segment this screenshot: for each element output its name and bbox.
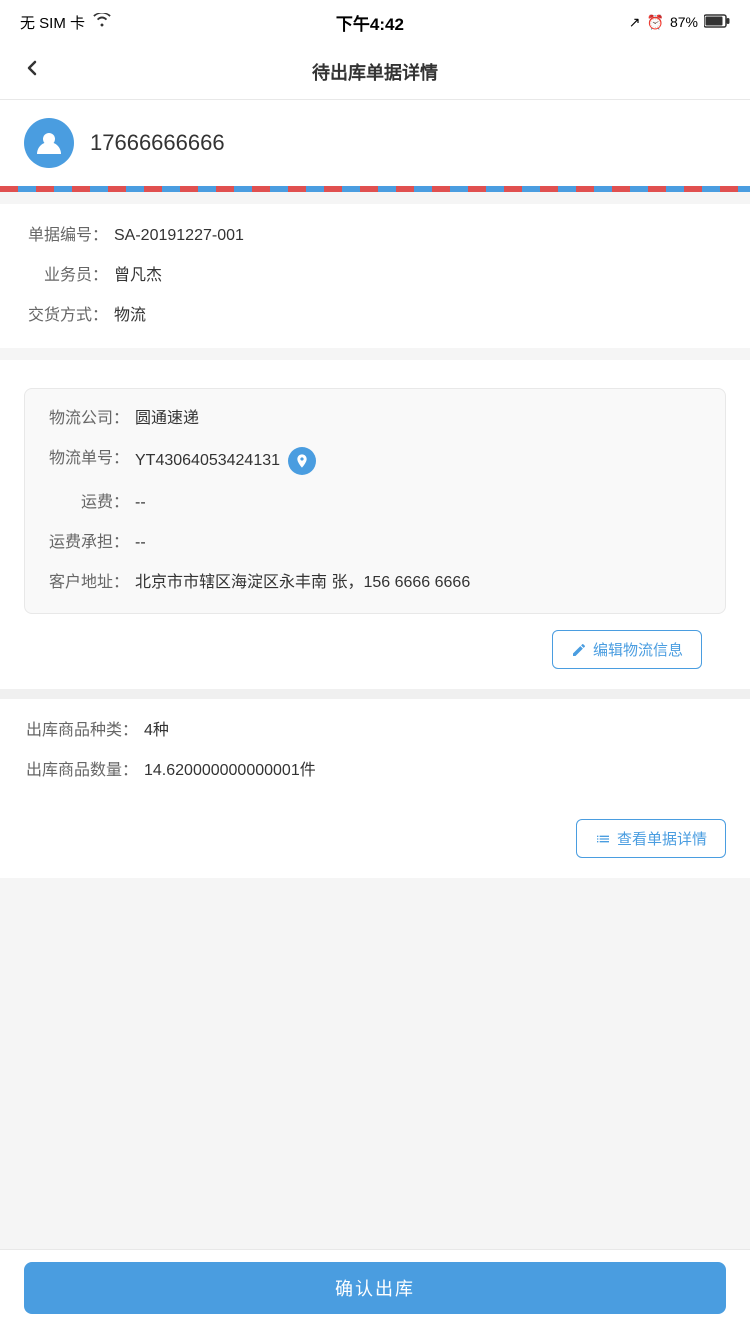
carrier-label: 无 SIM 卡 — [20, 12, 85, 33]
freight-row: 运费： -- — [45, 491, 705, 515]
status-time: 下午4:42 — [336, 10, 404, 35]
alarm-icon: ⏰ — [647, 14, 664, 31]
freight-value: -- — [135, 491, 705, 515]
goods-quantity-label: 出库商品数量： — [24, 759, 144, 783]
salesman-row: 业务员： 曾凡杰 — [24, 264, 726, 288]
logistics-card: 物流公司： 圆通速递 物流单号： YT43064053424131 运费： --… — [24, 388, 726, 614]
goods-type-label: 出库商品种类： — [24, 719, 144, 743]
confirm-button[interactable]: 确认出库 — [24, 1262, 726, 1314]
customer-header: 17666666666 — [0, 100, 750, 186]
status-right: ↗ ⏰ 87% — [629, 14, 730, 31]
tracking-value: YT43064053424131 — [135, 447, 705, 475]
back-button[interactable] — [12, 48, 52, 95]
status-bar: 无 SIM 卡 下午4:42 ↗ ⏰ 87% — [0, 0, 750, 44]
goods-section: 出库商品种类： 4种 出库商品数量： 14.620000000000001件 — [0, 699, 750, 803]
freight-bear-label: 运费承担： — [45, 531, 135, 555]
address-value: 北京市市辖区海淀区永丰南 张，156 6666 6666 — [135, 571, 705, 595]
view-detail-btn-container: 查看单据详情 — [0, 803, 750, 878]
delivery-row: 交货方式： 物流 — [24, 304, 726, 328]
goods-quantity-row: 出库商品数量： 14.620000000000001件 — [24, 759, 726, 783]
wifi-icon — [93, 13, 111, 31]
customer-phone: 17666666666 — [90, 130, 225, 156]
edit-btn-container: 编辑物流信息 — [24, 614, 726, 689]
address-label: 客户地址： — [45, 571, 135, 595]
view-detail-button[interactable]: 查看单据详情 — [576, 819, 726, 858]
order-no-value: SA-20191227-001 — [114, 224, 726, 248]
order-info-section: 单据编号： SA-20191227-001 业务员： 曾凡杰 交货方式： 物流 — [0, 204, 750, 348]
nav-bar: 待出库单据详情 — [0, 44, 750, 100]
salesman-value: 曾凡杰 — [114, 264, 726, 288]
delivery-label: 交货方式： — [24, 304, 114, 328]
delivery-value: 物流 — [114, 304, 726, 328]
logistics-company-row: 物流公司： 圆通速递 — [45, 407, 705, 431]
order-no-label: 单据编号： — [24, 224, 114, 248]
view-detail-label: 查看单据详情 — [617, 828, 707, 849]
salesman-label: 业务员： — [24, 264, 114, 288]
edit-logistics-label: 编辑物流信息 — [593, 639, 683, 660]
edit-logistics-button[interactable]: 编辑物流信息 — [552, 630, 702, 669]
logistics-section: 物流公司： 圆通速递 物流单号： YT43064053424131 运费： --… — [0, 360, 750, 689]
battery-label: 87% — [670, 14, 698, 30]
confirm-section: 确认出库 — [0, 1249, 750, 1334]
edit-icon — [571, 642, 587, 658]
user-icon — [34, 128, 64, 158]
goods-quantity-value: 14.620000000000001件 — [144, 759, 726, 783]
address-row: 客户地址： 北京市市辖区海淀区永丰南 张，156 6666 6666 — [45, 571, 705, 595]
battery-icon — [704, 14, 730, 31]
logistics-company-value: 圆通速递 — [135, 407, 705, 431]
empty-space — [0, 878, 750, 1058]
location-status-icon: ↗ — [629, 14, 641, 31]
list-icon — [595, 831, 611, 847]
section-divider-1 — [0, 689, 750, 699]
freight-label: 运费： — [45, 491, 135, 515]
order-no-row: 单据编号： SA-20191227-001 — [24, 224, 726, 248]
goods-type-value: 4种 — [144, 719, 726, 743]
freight-bear-value: -- — [135, 531, 705, 555]
tracking-row: 物流单号： YT43064053424131 — [45, 447, 705, 475]
tracking-label: 物流单号： — [45, 447, 135, 471]
page-title: 待出库单据详情 — [312, 59, 438, 85]
dashed-divider — [0, 186, 750, 192]
freight-bear-row: 运费承担： -- — [45, 531, 705, 555]
avatar — [24, 118, 74, 168]
tracking-location-button[interactable] — [288, 447, 316, 475]
logistics-company-label: 物流公司： — [45, 407, 135, 431]
status-left: 无 SIM 卡 — [20, 12, 111, 33]
goods-type-row: 出库商品种类： 4种 — [24, 719, 726, 743]
